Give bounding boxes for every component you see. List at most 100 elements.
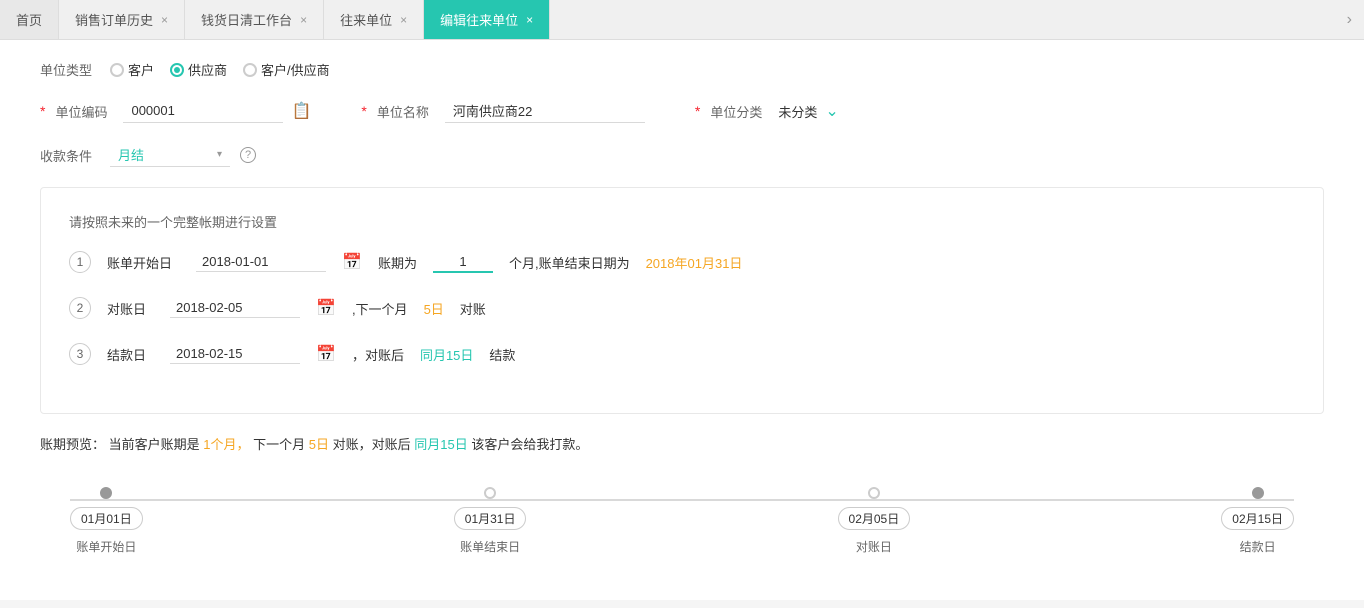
timeline-point-4: 02月15日 结款日 <box>1221 477 1294 555</box>
step-2-date-input[interactable] <box>170 298 300 318</box>
step-3-suffix-pre: ，对账后 <box>352 345 404 364</box>
timeline-dot-1 <box>100 487 112 499</box>
step-1-date-input[interactable] <box>196 252 326 272</box>
tab-sales-order-history[interactable]: 销售订单历史 × <box>59 0 185 39</box>
timeline-label-1: 账单开始日 <box>76 538 136 555</box>
step-1-suffix-before: 账期为 <box>378 253 417 272</box>
tab-counterpart-units-label: 往来单位 <box>340 10 392 29</box>
unit-code-label: 单位编码 <box>55 102 107 121</box>
timeline-point-1: 01月01日 账单开始日 <box>70 477 143 555</box>
tab-cash-ledger-close[interactable]: × <box>300 13 307 27</box>
payment-terms-chevron-icon: ▾ <box>217 149 222 160</box>
payment-terms-value: 月结 <box>118 145 213 164</box>
radio-group-unit-type: 客户 供应商 客户/供应商 <box>110 60 330 79</box>
timeline-dot-3 <box>868 487 880 499</box>
preview-text-1: 当前客户账期是 <box>109 437 200 452</box>
radio-customer-label: 客户 <box>128 60 154 79</box>
step-2-label: 对账日 <box>107 299 146 318</box>
radio-both[interactable]: 客户/供应商 <box>243 60 330 79</box>
unit-category-value: 未分类 <box>778 102 817 121</box>
timeline-label-3: 对账日 <box>856 538 892 555</box>
tab-home-label: 首页 <box>16 10 42 29</box>
tab-bar: 首页 销售订单历史 × 钱货日清工作台 × 往来单位 × 编辑往来单位 × › <box>0 0 1364 40</box>
step-2-row: 2 对账日 📅 ,下一个月 5日 对账 <box>69 297 1295 319</box>
unit-name-group: * 单位名称 <box>361 99 644 123</box>
payment-terms-label: 收款条件 <box>40 146 92 165</box>
tab-counterpart-units[interactable]: 往来单位 × <box>324 0 424 39</box>
step-1-label: 账单开始日 <box>107 253 172 272</box>
help-icon[interactable]: ? <box>240 147 256 163</box>
timeline-badge-2: 01月31日 <box>454 507 527 530</box>
step-1-end-date: 2018年01月31日 <box>646 253 743 272</box>
preview-text-4: 该客户会给我打款。 <box>471 437 588 452</box>
tab-sales-order-history-close[interactable]: × <box>161 13 168 27</box>
unit-type-row: 单位类型 客户 供应商 客户/供应商 <box>40 60 1324 79</box>
timeline-point-3: 02月05日 对账日 <box>838 477 911 555</box>
unit-code-star: * <box>40 103 45 119</box>
timeline-badge-1: 01月01日 <box>70 507 143 530</box>
payment-terms-select[interactable]: 月结 ▾ <box>110 143 230 167</box>
tab-home[interactable]: 首页 <box>0 0 59 39</box>
step-2-num: 2 <box>69 297 91 319</box>
tab-expand-button[interactable]: › <box>1335 0 1364 39</box>
tab-edit-counterpart-label: 编辑往来单位 <box>440 10 518 29</box>
timeline-items: 01月01日 账单开始日 01月31日 账单结束日 02月05日 对账日 02月… <box>70 477 1294 555</box>
tab-counterpart-units-close[interactable]: × <box>400 13 407 27</box>
step-1-suffix-after: 个月,账单结束日期为 <box>509 253 630 272</box>
step-3-suffix-post: 结款 <box>489 345 515 364</box>
timeline-badge-4: 02月15日 <box>1221 507 1294 530</box>
panel-instruction: 请按照未来的一个完整帐期进行设置 <box>69 212 1295 231</box>
step-2-calendar-icon[interactable]: 📅 <box>316 298 336 318</box>
step-3-highlight: 同月15日 <box>420 345 473 364</box>
radio-supplier[interactable]: 供应商 <box>170 60 227 79</box>
timeline-label-2: 账单结束日 <box>460 538 520 555</box>
tab-edit-counterpart-close[interactable]: × <box>526 13 533 27</box>
radio-customer[interactable]: 客户 <box>110 60 154 79</box>
step-1-num: 1 <box>69 251 91 273</box>
timeline-point-2: 01月31日 账单结束日 <box>454 477 527 555</box>
unit-code-icon[interactable]: 📋 <box>291 101 311 121</box>
preview-text: 账期预览： 当前客户账期是 1个月， 下一个月 5日 对账，对账后 同月15日 … <box>40 434 1324 453</box>
radio-supplier-circle <box>170 63 184 77</box>
timeline-dot-4 <box>1252 487 1264 499</box>
timeline-dot-2 <box>484 487 496 499</box>
unit-category-select[interactable]: 未分类 ⌄ <box>778 101 978 121</box>
unit-category-label: 单位分类 <box>710 102 762 121</box>
settings-panel: 请按照未来的一个完整帐期进行设置 1 账单开始日 📅 账期为 个月,账单结束日期… <box>40 187 1324 414</box>
unit-category-star: * <box>695 103 700 119</box>
preview-text-3: 对账，对账后 <box>333 437 411 452</box>
step-3-row: 3 结款日 📅 ，对账后 同月15日 结款 <box>69 343 1295 365</box>
step-3-label: 结款日 <box>107 345 146 364</box>
unit-name-star: * <box>361 103 366 119</box>
unit-type-label: 单位类型 <box>40 60 92 79</box>
tab-cash-ledger[interactable]: 钱货日清工作台 × <box>185 0 324 39</box>
unit-name-input[interactable] <box>445 99 645 123</box>
preview-highlight3: 同月15日 <box>414 437 467 452</box>
unit-info-row: * 单位编码 📋 * 单位名称 * 单位分类 未分类 ⌄ <box>40 99 1324 123</box>
radio-supplier-label: 供应商 <box>188 60 227 79</box>
unit-code-input[interactable] <box>123 99 283 123</box>
step-2-suffix-post: 对账 <box>460 299 486 318</box>
preview-highlight1: 1个月， <box>203 437 249 452</box>
timeline-wrapper: 01月01日 账单开始日 01月31日 账单结束日 02月05日 对账日 02月… <box>40 477 1324 555</box>
step-3-num: 3 <box>69 343 91 365</box>
step-2-highlight: 5日 <box>424 299 444 318</box>
timeline-label-4: 结款日 <box>1240 538 1276 555</box>
radio-customer-circle <box>110 63 124 77</box>
radio-both-circle <box>243 63 257 77</box>
unit-name-label: 单位名称 <box>377 102 429 121</box>
step-3-calendar-icon[interactable]: 📅 <box>316 344 336 364</box>
unit-code-group: * 单位编码 📋 <box>40 99 311 123</box>
tab-edit-counterpart[interactable]: 编辑往来单位 × <box>424 0 550 39</box>
step-2-suffix-pre: ,下一个月 <box>352 299 408 318</box>
step-1-row: 1 账单开始日 📅 账期为 个月,账单结束日期为 2018年01月31日 <box>69 251 1295 273</box>
preview-label: 账期预览： <box>40 437 105 452</box>
step-1-month-input[interactable] <box>433 252 493 273</box>
tab-sales-order-history-label: 销售订单历史 <box>75 10 153 29</box>
unit-category-group: * 单位分类 未分类 ⌄ <box>695 101 978 121</box>
step-3-date-input[interactable] <box>170 344 300 364</box>
preview-text-2: 下一个月 <box>253 437 305 452</box>
step-1-calendar-icon[interactable]: 📅 <box>342 252 362 272</box>
tab-cash-ledger-label: 钱货日清工作台 <box>201 10 292 29</box>
timeline-badge-3: 02月05日 <box>838 507 911 530</box>
